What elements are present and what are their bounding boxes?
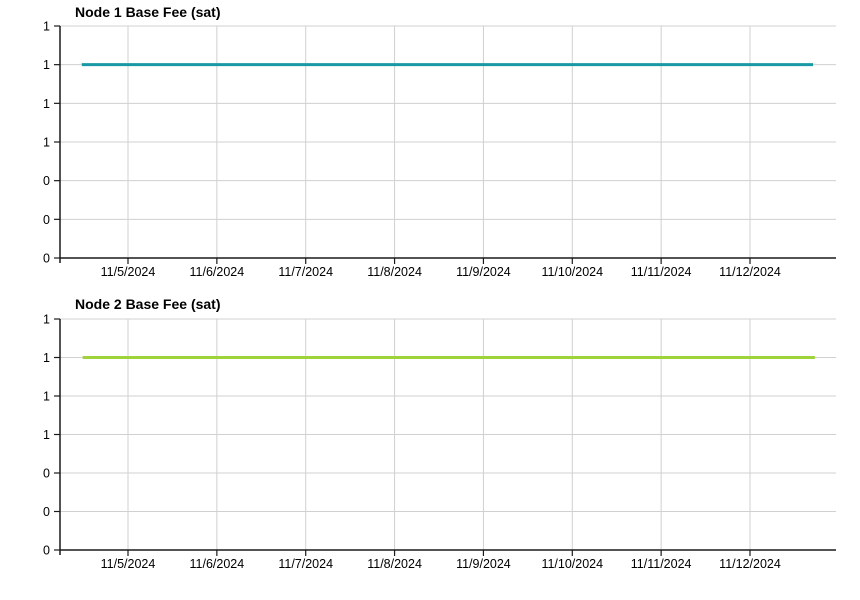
svg-text:11/10/2024: 11/10/2024: [541, 557, 603, 571]
svg-text:1: 1: [43, 136, 50, 150]
svg-text:11/8/2024: 11/8/2024: [367, 265, 422, 279]
svg-text:1: 1: [43, 97, 50, 111]
y-tick-labels: 1 1 1 1 0 0 0: [43, 20, 50, 266]
svg-text:0: 0: [43, 174, 50, 188]
x-tick-labels: 11/5/2024 11/6/2024 11/7/2024 11/8/2024 11/9…: [101, 557, 781, 571]
y-gridlines: [60, 25, 836, 220]
charts-canvas: 1 1 1 1 0 0 0 11/5/2024 11/6/2024 11/7/2024 11/8/2…: [43, 20, 836, 571]
tick-marks: [54, 318, 751, 556]
svg-text:11/12/2024: 11/12/2024: [719, 557, 781, 571]
svg-text:1: 1: [43, 428, 50, 442]
svg-text:11/9/2024: 11/9/2024: [456, 557, 511, 571]
svg-text:11/5/2024: 11/5/2024: [101, 557, 156, 571]
svg-text:11/6/2024: 11/6/2024: [190, 265, 245, 279]
svg-text:11/10/2024: 11/10/2024: [541, 265, 603, 279]
svg-text:11/7/2024: 11/7/2024: [278, 265, 333, 279]
svg-text:1: 1: [43, 20, 50, 34]
svg-text:0: 0: [43, 544, 50, 558]
svg-text:11/7/2024: 11/7/2024: [278, 557, 333, 571]
svg-text:11/12/2024: 11/12/2024: [719, 265, 781, 279]
svg-text:1: 1: [43, 390, 50, 404]
y-gridlines: [60, 318, 836, 512]
svg-text:0: 0: [43, 252, 50, 266]
svg-text:1: 1: [43, 58, 50, 72]
axes: [59, 26, 836, 263]
chart-2: 1 1 1 1 0 0 0 11/5/2024 11/6/2024 11/7/2024 11/8/2…: [43, 313, 836, 571]
svg-text:0: 0: [43, 467, 50, 481]
svg-text:11/11/2024: 11/11/2024: [631, 265, 692, 279]
svg-text:11/5/2024: 11/5/2024: [101, 265, 156, 279]
base-fee-charts-panel: Node 1 Base Fee (sat) Node 2 Base Fee (s…: [0, 0, 860, 600]
chart-1: 1 1 1 1 0 0 0 11/5/2024 11/6/2024 11/7/2024 11/8/2…: [43, 20, 836, 279]
svg-text:1: 1: [43, 351, 50, 365]
axes: [59, 319, 836, 555]
svg-text:11/9/2024: 11/9/2024: [456, 265, 511, 279]
svg-text:11/6/2024: 11/6/2024: [190, 557, 245, 571]
svg-text:11/8/2024: 11/8/2024: [367, 557, 422, 571]
svg-text:0: 0: [43, 505, 50, 519]
tick-marks: [54, 25, 751, 264]
x-tick-labels: 11/5/2024 11/6/2024 11/7/2024 11/8/2024 11/9…: [101, 265, 781, 279]
svg-text:0: 0: [43, 213, 50, 227]
y-tick-labels: 1 1 1 1 0 0 0: [43, 313, 50, 558]
svg-text:1: 1: [43, 313, 50, 327]
svg-text:11/11/2024: 11/11/2024: [631, 557, 692, 571]
